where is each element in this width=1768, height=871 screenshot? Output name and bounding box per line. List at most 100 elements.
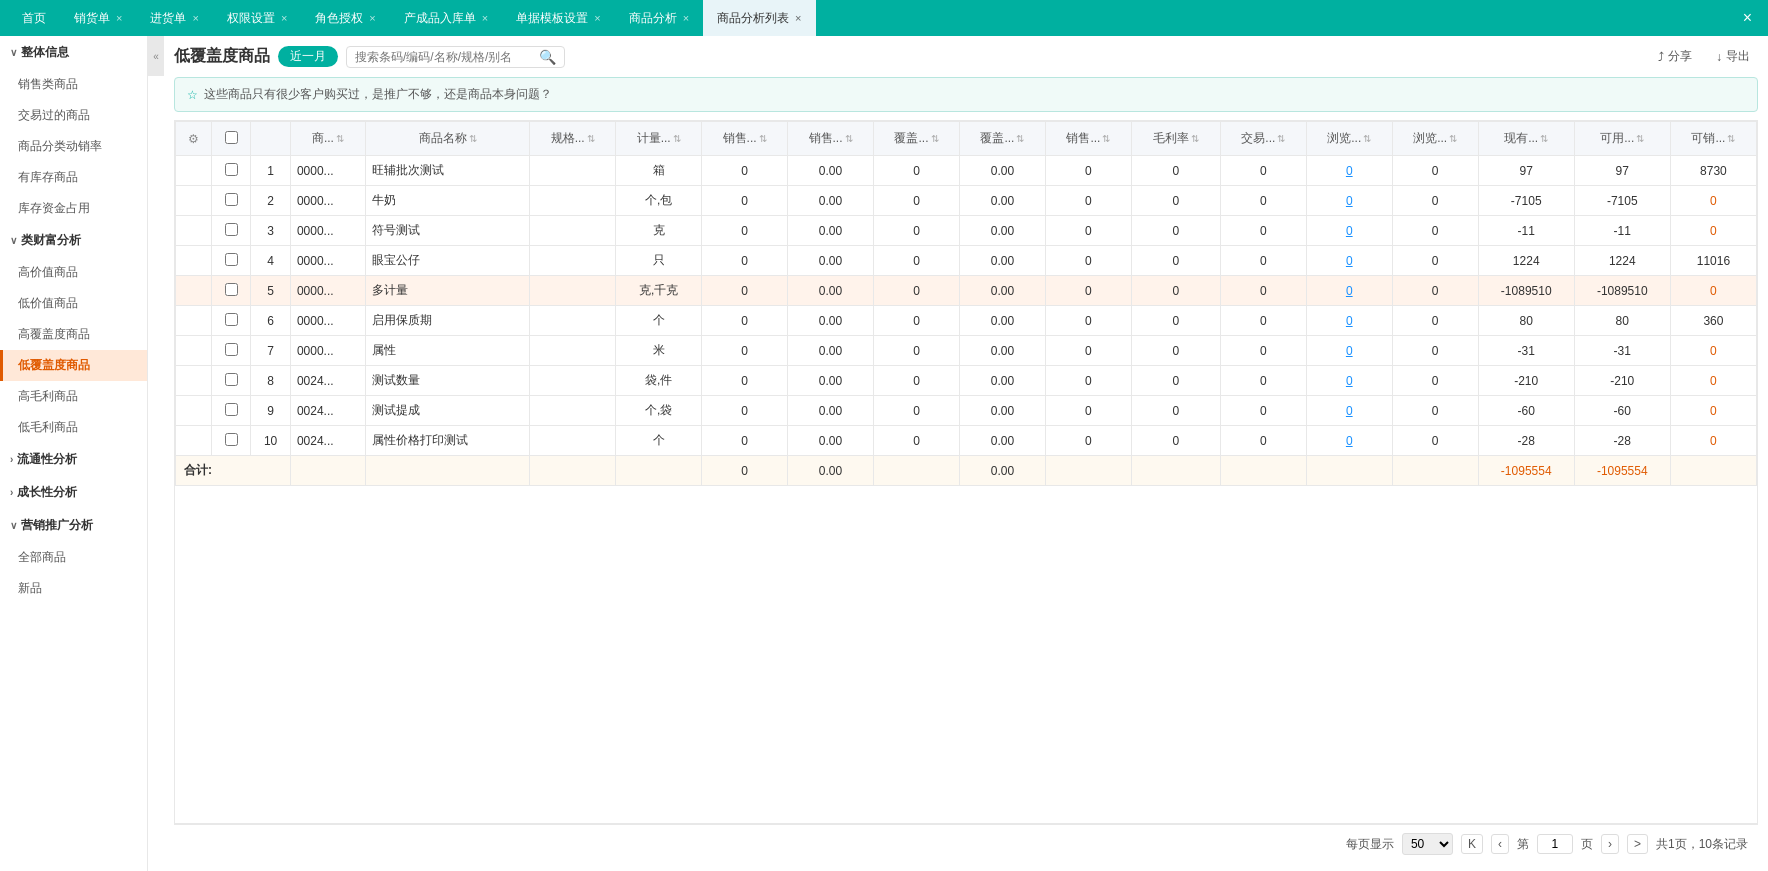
td-browse1-4[interactable]: 0 (1306, 276, 1392, 306)
th-sales2[interactable]: 销售...⇅ (1045, 122, 1131, 156)
close-role-auth-icon[interactable]: × (369, 12, 375, 24)
row-checkbox-5[interactable] (225, 313, 238, 326)
th-cover1[interactable]: 覆盖...⇅ (874, 122, 960, 156)
th-checkbox[interactable] (212, 122, 251, 156)
sidebar-section-marketing[interactable]: ∨ 营销推广分析 (0, 509, 147, 542)
sidebar-item-high-margin[interactable]: 高毛利商品 (0, 381, 147, 412)
th-sales-amt[interactable]: 销售...⇅ (788, 122, 874, 156)
td-browse1-3[interactable]: 0 (1306, 246, 1392, 276)
th-name[interactable]: 商品名称⇅ (365, 122, 529, 156)
th-current[interactable]: 现有...⇅ (1478, 122, 1574, 156)
td-current-0: 97 (1478, 156, 1574, 186)
sidebar-item-traded-goods[interactable]: 交易过的商品 (0, 100, 147, 131)
row-checkbox-4[interactable] (225, 283, 238, 296)
th-trade[interactable]: 交易...⇅ (1220, 122, 1306, 156)
close-sales-order-icon[interactable]: × (116, 12, 122, 24)
nav-goods-analysis[interactable]: 商品分析 × (615, 0, 703, 36)
first-page-button[interactable]: K (1461, 834, 1483, 854)
nav-sales-order[interactable]: 销货单 × (60, 0, 136, 36)
nav-permission[interactable]: 权限设置 × (213, 0, 301, 36)
row-checkbox-1[interactable] (225, 193, 238, 206)
row-checkbox-8[interactable] (225, 403, 238, 416)
close-permission-icon[interactable]: × (281, 12, 287, 24)
nav-template-settings[interactable]: 单据模板设置 × (502, 0, 614, 36)
td-checkbox-8[interactable] (212, 396, 251, 426)
settings-icon[interactable]: ⚙ (188, 132, 199, 146)
sidebar-item-all-goods[interactable]: 全部商品 (0, 542, 147, 573)
th-unit[interactable]: 计量...⇅ (616, 122, 702, 156)
td-browse1-7[interactable]: 0 (1306, 366, 1392, 396)
td-browse1-0[interactable]: 0 (1306, 156, 1392, 186)
th-sales-qty[interactable]: 销售...⇅ (702, 122, 788, 156)
td-browse1-1[interactable]: 0 (1306, 186, 1392, 216)
td-browse1-6[interactable]: 0 (1306, 336, 1392, 366)
per-page-select[interactable]: 50 100 200 (1402, 833, 1453, 855)
sidebar-item-high-coverage[interactable]: 高覆盖度商品 (0, 319, 147, 350)
close-purchase-order-icon[interactable]: × (192, 12, 198, 24)
sidebar-item-sales-goods[interactable]: 销售类商品 (0, 69, 147, 100)
nav-goods-analysis-list[interactable]: 商品分析列表 × (703, 0, 815, 36)
row-checkbox-7[interactable] (225, 373, 238, 386)
recent-filter-button[interactable]: 近一月 (278, 46, 338, 67)
row-checkbox-0[interactable] (225, 163, 238, 176)
td-checkbox-5[interactable] (212, 306, 251, 336)
sidebar-item-stocked-goods[interactable]: 有库存商品 (0, 162, 147, 193)
data-table-container[interactable]: ⚙ 商...⇅ 商品名称⇅ 规格...⇅ 计量...⇅ 销售...⇅ 销售...… (174, 120, 1758, 824)
row-checkbox-2[interactable] (225, 223, 238, 236)
close-template-settings-icon[interactable]: × (594, 12, 600, 24)
th-gross[interactable]: 毛利率⇅ (1131, 122, 1220, 156)
nav-purchase-order[interactable]: 进货单 × (136, 0, 212, 36)
td-checkbox-2[interactable] (212, 216, 251, 246)
sidebar-item-category-rate[interactable]: 商品分类动销率 (0, 131, 147, 162)
th-cover2[interactable]: 覆盖...⇅ (959, 122, 1045, 156)
sidebar-item-low-margin[interactable]: 低毛利商品 (0, 412, 147, 443)
sidebar-item-low-coverage[interactable]: 低覆盖度商品 (0, 350, 147, 381)
td-browse1-2[interactable]: 0 (1306, 216, 1392, 246)
th-spec[interactable]: 规格...⇅ (530, 122, 616, 156)
th-browse2[interactable]: 浏览...⇅ (1392, 122, 1478, 156)
td-browse1-8[interactable]: 0 (1306, 396, 1392, 426)
sidebar-section-wealth[interactable]: ∨ 类财富分析 (0, 224, 147, 257)
th-code[interactable]: 商...⇅ (290, 122, 365, 156)
th-sellable[interactable]: 可销...⇅ (1670, 122, 1756, 156)
export-button[interactable]: ↓ 导出 (1708, 44, 1758, 69)
sidebar-item-new-goods[interactable]: 新品 (0, 573, 147, 604)
sidebar-item-high-value[interactable]: 高价值商品 (0, 257, 147, 288)
sidebar-collapse-button[interactable]: « (148, 36, 164, 76)
th-browse1[interactable]: 浏览...⇅ (1306, 122, 1392, 156)
window-close-button[interactable]: × (1735, 9, 1760, 27)
nav-role-auth[interactable]: 角色授权 × (301, 0, 389, 36)
td-checkbox-9[interactable] (212, 426, 251, 456)
prev-page-button[interactable]: ‹ (1491, 834, 1509, 854)
close-goods-analysis-icon[interactable]: × (683, 12, 689, 24)
sidebar-item-low-value[interactable]: 低价值商品 (0, 288, 147, 319)
td-checkbox-1[interactable] (212, 186, 251, 216)
row-checkbox-6[interactable] (225, 343, 238, 356)
sidebar-section-growth[interactable]: › 成长性分析 (0, 476, 147, 509)
nav-product-inbound[interactable]: 产成品入库单 × (390, 0, 502, 36)
row-checkbox-9[interactable] (225, 433, 238, 446)
sidebar-section-circulation[interactable]: › 流通性分析 (0, 443, 147, 476)
last-page-button[interactable]: > (1627, 834, 1648, 854)
share-button[interactable]: ⤴ 分享 (1650, 44, 1700, 69)
sidebar-section-overview[interactable]: ∨ 整体信息 (0, 36, 147, 69)
search-icon[interactable]: 🔍 (539, 49, 556, 65)
row-checkbox-3[interactable] (225, 253, 238, 266)
next-page-button[interactable]: › (1601, 834, 1619, 854)
page-number-input[interactable] (1537, 834, 1573, 854)
close-product-inbound-icon[interactable]: × (482, 12, 488, 24)
td-checkbox-3[interactable] (212, 246, 251, 276)
search-input[interactable] (355, 50, 535, 64)
td-checkbox-0[interactable] (212, 156, 251, 186)
th-available[interactable]: 可用...⇅ (1574, 122, 1670, 156)
sidebar-item-inventory-capital[interactable]: 库存资金占用 (0, 193, 147, 224)
td-browse1-9[interactable]: 0 (1306, 426, 1392, 456)
close-goods-analysis-list-icon[interactable]: × (795, 12, 801, 24)
td-checkbox-4[interactable] (212, 276, 251, 306)
th-settings[interactable]: ⚙ (176, 122, 212, 156)
nav-home[interactable]: 首页 (8, 0, 60, 36)
select-all-checkbox[interactable] (225, 131, 238, 144)
td-checkbox-6[interactable] (212, 336, 251, 366)
td-checkbox-7[interactable] (212, 366, 251, 396)
td-browse1-5[interactable]: 0 (1306, 306, 1392, 336)
